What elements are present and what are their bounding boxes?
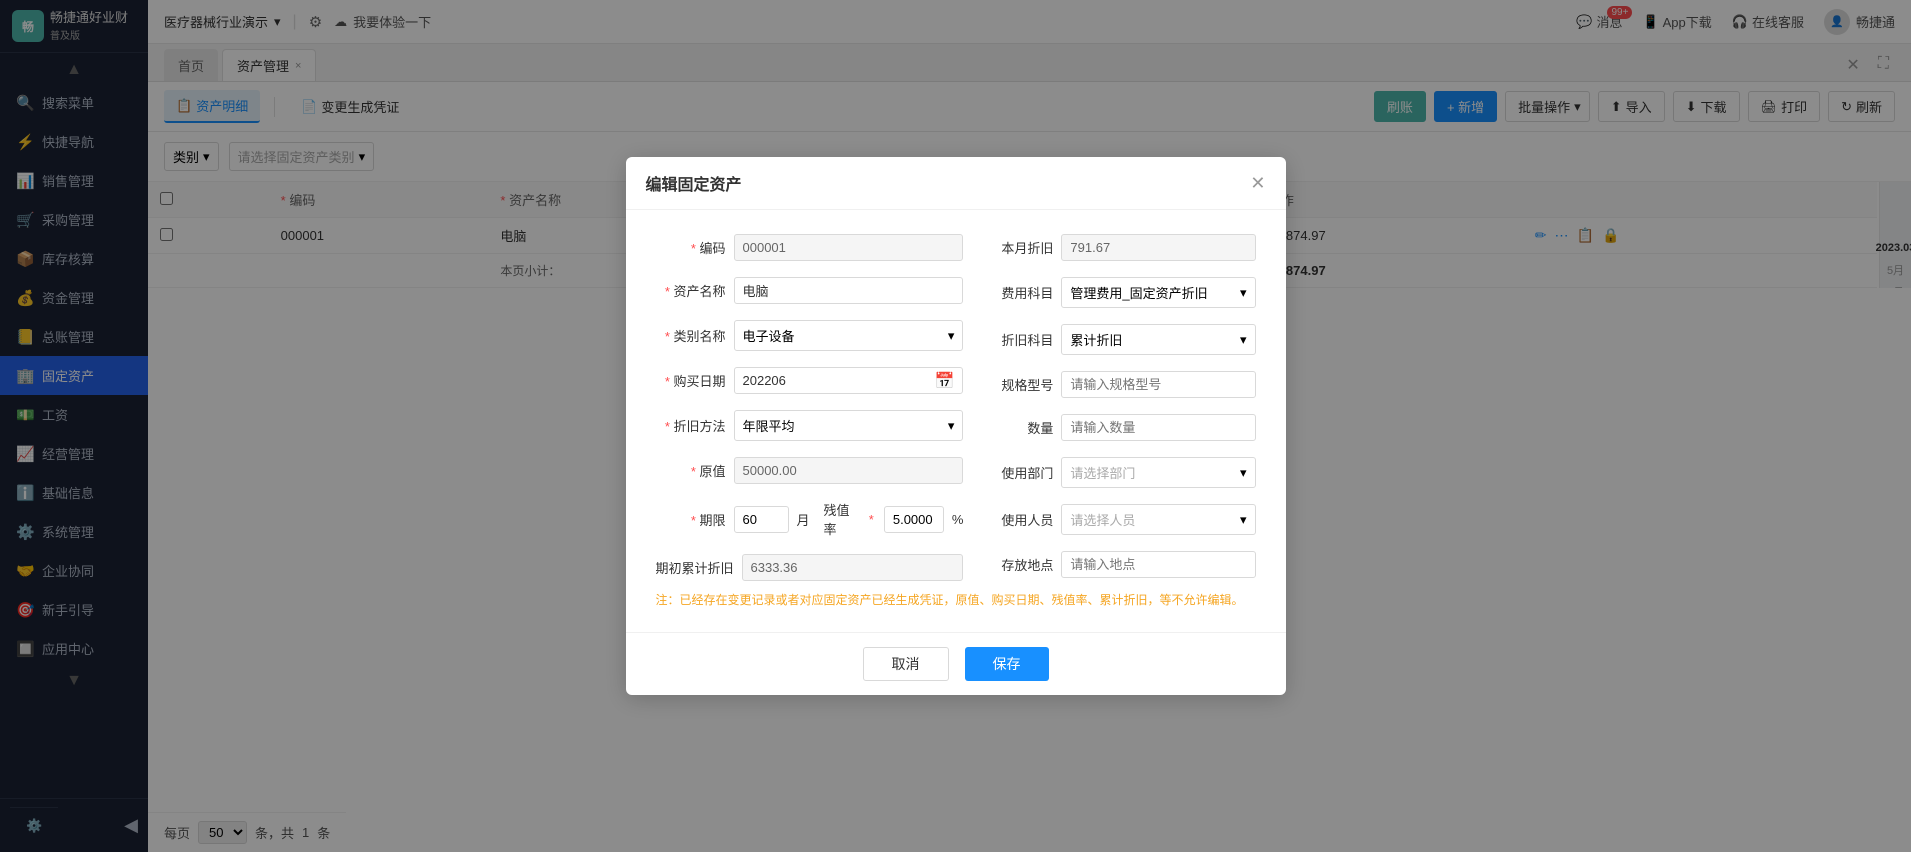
calendar-icon[interactable]: 📅 <box>927 371 963 391</box>
department-select[interactable]: 请选择部门 ▾ <box>1061 457 1255 488</box>
category-select-chevron: ▾ <box>948 328 955 344</box>
modal-footer: 取消 保存 <box>626 632 1286 695</box>
category-select[interactable]: 电子设备 ▾ <box>734 320 964 351</box>
location-label: 存放地点 <box>983 555 1053 574</box>
user-placeholder: 请选择人员 <box>1070 510 1135 529</box>
edit-asset-modal: 编辑固定资产 ✕ 编码 资产名称 <box>626 157 1286 695</box>
form-right-col: 本月折旧 费用科目 管理费用_固定资产折旧 ▾ 折旧科目 <box>973 234 1265 581</box>
period-input[interactable] <box>734 506 789 533</box>
initial-depreciation-input[interactable] <box>742 554 964 581</box>
user-label: 使用人员 <box>983 510 1053 529</box>
form-left-col: 编码 资产名称 类别名称 电子设备 ▾ <box>646 234 974 581</box>
user-select[interactable]: 请选择人员 ▾ <box>1061 504 1255 535</box>
location-input[interactable] <box>1061 551 1255 578</box>
form-row-quantity: 数量 <box>983 414 1255 441</box>
category-select-value: 电子设备 <box>743 326 795 345</box>
department-placeholder: 请选择部门 <box>1070 463 1135 482</box>
period-label: 期限 <box>656 510 726 529</box>
purchase-date-label: 购买日期 <box>656 371 726 390</box>
form-row-initial-depreciation: 期初累计折旧 <box>656 554 964 581</box>
modal-body: 编码 资产名称 类别名称 电子设备 ▾ <box>626 210 1286 632</box>
modal-title: 编辑固定资产 <box>646 171 742 195</box>
form-row-user: 使用人员 请选择人员 ▾ <box>983 504 1255 535</box>
form-row-purchase-date: 购买日期 📅 <box>656 367 964 394</box>
depreciation-method-label: 折旧方法 <box>656 416 726 435</box>
modal-note: 注：已经存在变更记录或者对应固定资产已经生成凭证，原值、购买日期、残值率、累计折… <box>646 581 1266 608</box>
department-label: 使用部门 <box>983 463 1053 482</box>
form-row-location: 存放地点 <box>983 551 1255 578</box>
quantity-label: 数量 <box>983 418 1053 437</box>
spec-label: 规格型号 <box>983 375 1053 394</box>
save-button[interactable]: 保存 <box>965 647 1049 681</box>
form-row-category: 类别名称 电子设备 ▾ <box>656 320 964 351</box>
quantity-input[interactable] <box>1061 414 1255 441</box>
residual-rate-input[interactable] <box>884 506 944 533</box>
depreciation-subject-value: 累计折旧 <box>1070 330 1122 349</box>
modal-close-button[interactable]: ✕ <box>1250 173 1265 194</box>
modal-form: 编码 资产名称 类别名称 电子设备 ▾ <box>646 234 1266 608</box>
form-row-department: 使用部门 请选择部门 ▾ <box>983 457 1255 488</box>
form-row-code: 编码 <box>656 234 964 261</box>
code-input[interactable] <box>734 234 964 261</box>
asset-name-label: 资产名称 <box>656 281 726 300</box>
modal-header: 编辑固定资产 ✕ <box>626 157 1286 210</box>
purchase-date-input[interactable] <box>735 368 927 393</box>
expense-subject-chevron: ▾ <box>1240 285 1247 301</box>
monthly-depreciation-input[interactable] <box>1061 234 1255 261</box>
form-row-depreciation-subject: 折旧科目 累计折旧 ▾ <box>983 324 1255 355</box>
original-value-input[interactable] <box>734 457 964 484</box>
depreciation-subject-select[interactable]: 累计折旧 ▾ <box>1061 324 1255 355</box>
form-row-original-value: 原值 <box>656 457 964 484</box>
user-chevron: ▾ <box>1240 512 1247 528</box>
code-label: 编码 <box>656 238 726 257</box>
initial-depreciation-label: 期初累计折旧 <box>656 558 734 577</box>
cancel-button[interactable]: 取消 <box>863 647 949 681</box>
purchase-date-field: 📅 <box>734 367 964 394</box>
period-unit: 月 <box>797 510 810 529</box>
form-row-expense-subject: 费用科目 管理费用_固定资产折旧 ▾ <box>983 277 1255 308</box>
original-value-label: 原值 <box>656 461 726 480</box>
depreciation-method-value: 年限平均 <box>743 416 795 435</box>
form-row-spec: 规格型号 <box>983 371 1255 398</box>
spec-input[interactable] <box>1061 371 1255 398</box>
residual-rate-label: 残值率 <box>824 500 861 538</box>
depreciation-method-chevron: ▾ <box>948 418 955 434</box>
monthly-depreciation-label: 本月折旧 <box>983 238 1053 257</box>
depreciation-method-select[interactable]: 年限平均 ▾ <box>734 410 964 441</box>
residual-rate-unit: % <box>952 512 964 527</box>
expense-subject-label: 费用科目 <box>983 283 1053 302</box>
depreciation-subject-label: 折旧科目 <box>983 330 1053 349</box>
modal-overlay: 编辑固定资产 ✕ 编码 资产名称 <box>0 0 1911 852</box>
form-row-monthly-depreciation: 本月折旧 <box>983 234 1255 261</box>
form-row-asset-name: 资产名称 <box>656 277 964 304</box>
department-chevron: ▾ <box>1240 465 1247 481</box>
form-row-period: 期限 月 残值率 * % <box>656 500 964 538</box>
expense-subject-value: 管理费用_固定资产折旧 <box>1070 283 1207 302</box>
asset-name-input[interactable] <box>734 277 964 304</box>
depreciation-subject-chevron: ▾ <box>1240 332 1247 348</box>
form-row-depreciation-method: 折旧方法 年限平均 ▾ <box>656 410 964 441</box>
category-label: 类别名称 <box>656 326 726 345</box>
expense-subject-select[interactable]: 管理费用_固定资产折旧 ▾ <box>1061 277 1255 308</box>
